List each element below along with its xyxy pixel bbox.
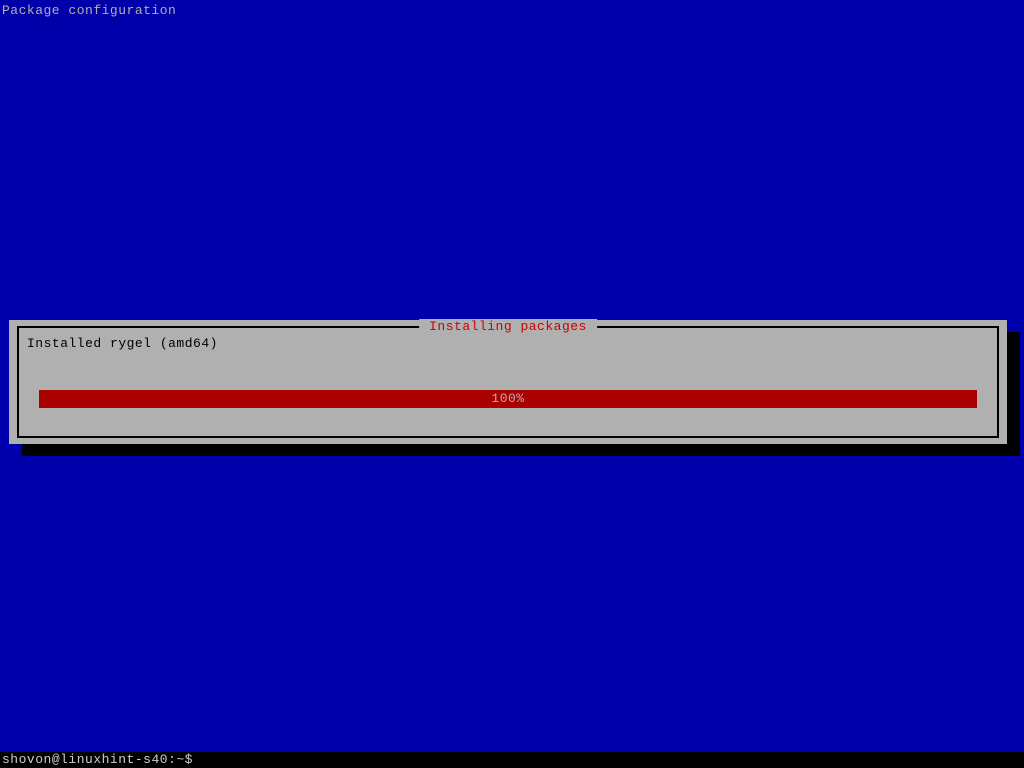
terminal-prompt[interactable]: shovon@linuxhint-s40:~$: [0, 752, 1024, 768]
prompt-cwd: ~: [176, 752, 184, 767]
progress-percent-label: 100%: [491, 391, 524, 406]
install-dialog: Installing packages Installed rygel (amd…: [9, 320, 1007, 444]
prompt-at: @: [52, 752, 60, 767]
page-title: Package configuration: [0, 0, 1024, 22]
prompt-user: shovon: [2, 752, 52, 767]
dialog-frame: Installing packages Installed rygel (amd…: [17, 326, 999, 438]
prompt-symbol: $: [185, 752, 193, 767]
install-status-text: Installed rygel (amd64): [27, 336, 218, 352]
dialog-title: Installing packages: [419, 319, 597, 335]
prompt-host: linuxhint-s40: [60, 752, 168, 767]
progress-bar: 100%: [39, 390, 977, 408]
dialog-title-text: Installing packages: [429, 319, 587, 334]
